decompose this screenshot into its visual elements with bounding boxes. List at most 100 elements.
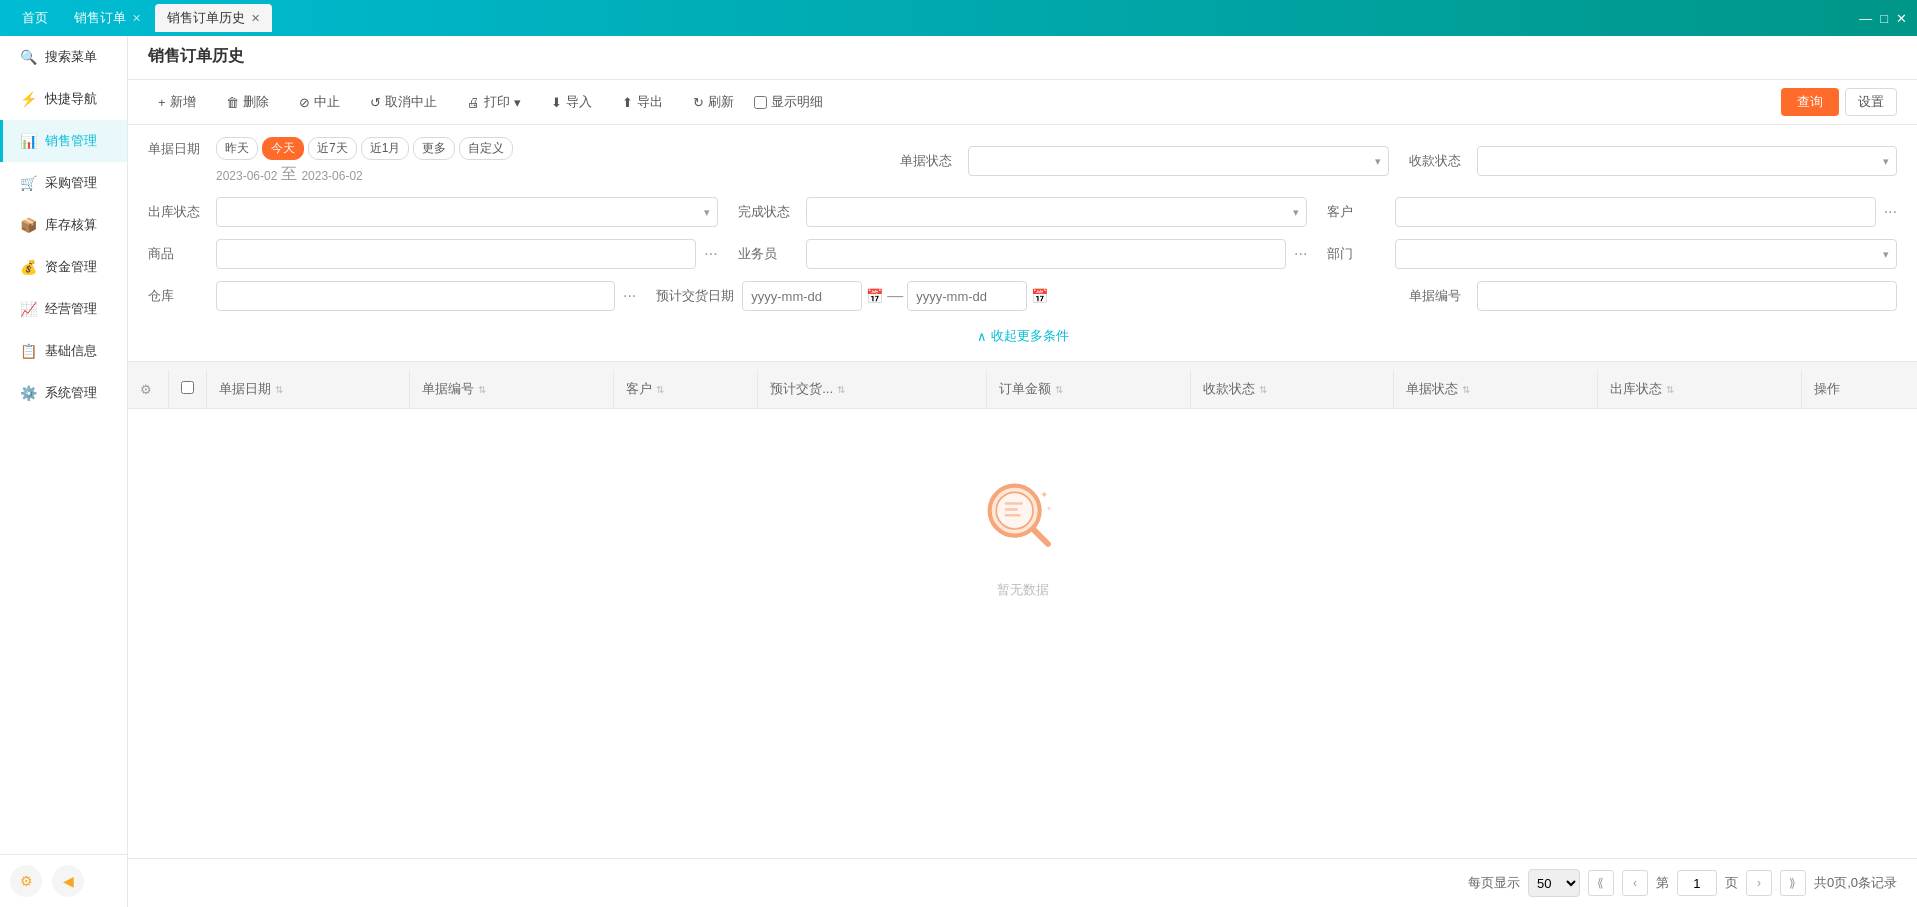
product-input[interactable] [216, 239, 696, 269]
customer-dots[interactable]: ··· [1884, 203, 1897, 221]
sidebar-item-purchase-mgmt-label: 采购管理 [45, 174, 97, 192]
sidebar-item-quick-nav[interactable]: ⚡ 快捷导航 [0, 78, 127, 120]
voucher-no-input[interactable] [1477, 281, 1897, 311]
tab-sales-order-history-close[interactable]: ✕ [251, 12, 260, 25]
print-icon: 🖨 [467, 95, 480, 110]
customer-input[interactable] [1395, 197, 1875, 227]
svg-point-1 [996, 492, 1033, 529]
voucher-status-select[interactable] [968, 146, 1388, 176]
th-amount: 订单金额 ⇅ [986, 370, 1190, 409]
collapse-row[interactable]: ∧ 收起更多条件 [148, 323, 1897, 349]
th-stock-status-label: 出库状态 [1610, 380, 1662, 398]
filter-area: 单据日期 昨天 今天 近7天 近1月 更多 自定义 2023-06-02 至 [128, 125, 1917, 362]
sort-no[interactable]: 单据编号 ⇅ [422, 380, 601, 398]
expected-date-to-cal-icon[interactable]: 📅 [1031, 288, 1048, 304]
complete-status-select[interactable] [806, 197, 1308, 227]
page-label-prefix: 第 [1656, 874, 1669, 892]
sidebar-item-purchase-mgmt[interactable]: 🛒 采购管理 [0, 162, 127, 204]
empty-state-row: ✦ ✦ 暂无数据 [128, 409, 1917, 660]
department-select[interactable] [1395, 239, 1897, 269]
sidebar-item-quick-nav-label: 快捷导航 [45, 90, 97, 108]
sidebar-collapse-btn[interactable]: ◀ [52, 865, 84, 897]
select-all-checkbox[interactable] [181, 381, 194, 394]
tab-sales-order-history[interactable]: 销售订单历史 ✕ [155, 4, 272, 32]
warehouse-input[interactable] [216, 281, 615, 311]
sort-date[interactable]: 单据日期 ⇅ [219, 380, 398, 398]
filter-voucher-date-top: 单据日期 昨天 今天 近7天 近1月 更多 自定义 [148, 137, 513, 160]
date-today-btn[interactable]: 今天 [262, 137, 304, 160]
date-7days-btn[interactable]: 近7天 [308, 137, 357, 160]
new-button[interactable]: + 新增 [148, 88, 206, 116]
salesperson-input[interactable] [806, 239, 1286, 269]
warehouse-dots[interactable]: ··· [623, 287, 636, 305]
svg-line-5 [1033, 530, 1047, 544]
expected-date-from-input[interactable] [742, 281, 862, 311]
sort-expected-date[interactable]: 预计交货... ⇅ [770, 380, 974, 398]
sort-stock-status[interactable]: 出库状态 ⇅ [1610, 380, 1789, 398]
sidebar-item-base-info[interactable]: 📋 基础信息 [0, 330, 127, 372]
product-dots[interactable]: ··· [704, 245, 717, 263]
sort-amount[interactable]: 订单金额 ⇅ [999, 380, 1178, 398]
salesperson-dots[interactable]: ··· [1294, 245, 1307, 263]
customer-label: 客户 [1327, 203, 1387, 221]
filter-row-4: 仓库 ··· 预计交货日期 📅 — 📅 单据编号 [148, 281, 1897, 311]
display-detail-input[interactable] [754, 96, 767, 109]
tab-home-label: 首页 [22, 9, 48, 27]
refresh-button[interactable]: ↻ 刷新 [683, 88, 744, 116]
date-more-btn[interactable]: 更多 [413, 137, 455, 160]
sort-customer[interactable]: 客户 ⇅ [626, 380, 745, 398]
prev-page-btn[interactable]: ‹ [1622, 870, 1648, 896]
sidebar-item-search-menu[interactable]: 🔍 搜索菜单 [0, 36, 127, 78]
expected-date-to-input[interactable] [907, 281, 1027, 311]
sort-stock-status-icon: ⇅ [1666, 384, 1674, 395]
maximize-btn[interactable]: □ [1880, 11, 1888, 26]
sort-payment-status[interactable]: 收款状态 ⇅ [1203, 380, 1382, 398]
stock-status-select[interactable] [216, 197, 718, 227]
current-page-input[interactable] [1677, 870, 1717, 896]
collapse-label: 收起更多条件 [991, 327, 1069, 345]
close-btn[interactable]: ✕ [1896, 11, 1907, 26]
date-custom-btn[interactable]: 自定义 [459, 137, 513, 160]
filter-product: 商品 ··· [148, 239, 718, 269]
th-payment-status: 收款状态 ⇅ [1190, 370, 1394, 409]
sidebar-item-system[interactable]: ⚙️ 系统管理 [0, 372, 127, 414]
minimize-btn[interactable]: — [1859, 11, 1872, 26]
stop-button[interactable]: ⊘ 中止 [289, 88, 350, 116]
import-button[interactable]: ⬇ 导入 [541, 88, 602, 116]
tab-home[interactable]: 首页 [10, 4, 60, 32]
date-1month-btn[interactable]: 近1月 [361, 137, 410, 160]
export-button[interactable]: ⬆ 导出 [612, 88, 673, 116]
page-size-select[interactable]: 10 20 50 100 [1528, 869, 1580, 897]
first-page-btn[interactable]: ⟪ [1588, 870, 1614, 896]
sidebar-settings-btn[interactable]: ⚙ [10, 865, 42, 897]
svg-rect-2 [1004, 502, 1022, 505]
delete-button[interactable]: 🗑 删除 [216, 88, 279, 116]
expected-date-from-cal-icon[interactable]: 📅 [866, 288, 883, 304]
sidebar-bottom: ⚙ ◀ [0, 854, 127, 907]
sidebar-item-finance[interactable]: 💰 资金管理 [0, 246, 127, 288]
settings-gear-icon[interactable]: ⚙ [140, 382, 152, 397]
sidebar-item-operations[interactable]: 📈 经营管理 [0, 288, 127, 330]
display-detail-checkbox[interactable]: 显示明细 [754, 93, 823, 111]
cancel-stop-button[interactable]: ↺ 取消中止 [360, 88, 447, 116]
print-button[interactable]: 🖨 打印 ▾ [457, 88, 531, 116]
tab-sales-order-close[interactable]: ✕ [132, 12, 141, 25]
payment-status-select[interactable] [1477, 146, 1897, 176]
tab-sales-order[interactable]: 销售订单 ✕ [62, 4, 153, 32]
sidebar-item-sales-mgmt[interactable]: 📊 销售管理 [0, 120, 127, 162]
date-yesterday-btn[interactable]: 昨天 [216, 137, 258, 160]
new-icon: + [158, 95, 166, 110]
last-page-btn[interactable]: ⟫ [1780, 870, 1806, 896]
data-table: ⚙ 单据日期 ⇅ 单据编号 [128, 370, 1917, 659]
complete-status-select-wrap: ▾ [806, 197, 1308, 227]
sort-no-icon: ⇅ [478, 384, 486, 395]
sort-customer-icon: ⇅ [656, 384, 664, 395]
settings-button[interactable]: 设置 [1845, 88, 1897, 116]
content-area: 销售订单历史 + 新增 🗑 删除 ⊘ 中止 ↺ 取消中止 🖨 打印 [128, 36, 1917, 907]
next-page-btn[interactable]: › [1746, 870, 1772, 896]
sort-voucher-status[interactable]: 单据状态 ⇅ [1406, 380, 1585, 398]
last-page-icon: ⟫ [1789, 876, 1796, 890]
expected-date-dash: — [887, 287, 903, 305]
query-button[interactable]: 查询 [1781, 88, 1839, 116]
sidebar-item-inventory[interactable]: 📦 库存核算 [0, 204, 127, 246]
